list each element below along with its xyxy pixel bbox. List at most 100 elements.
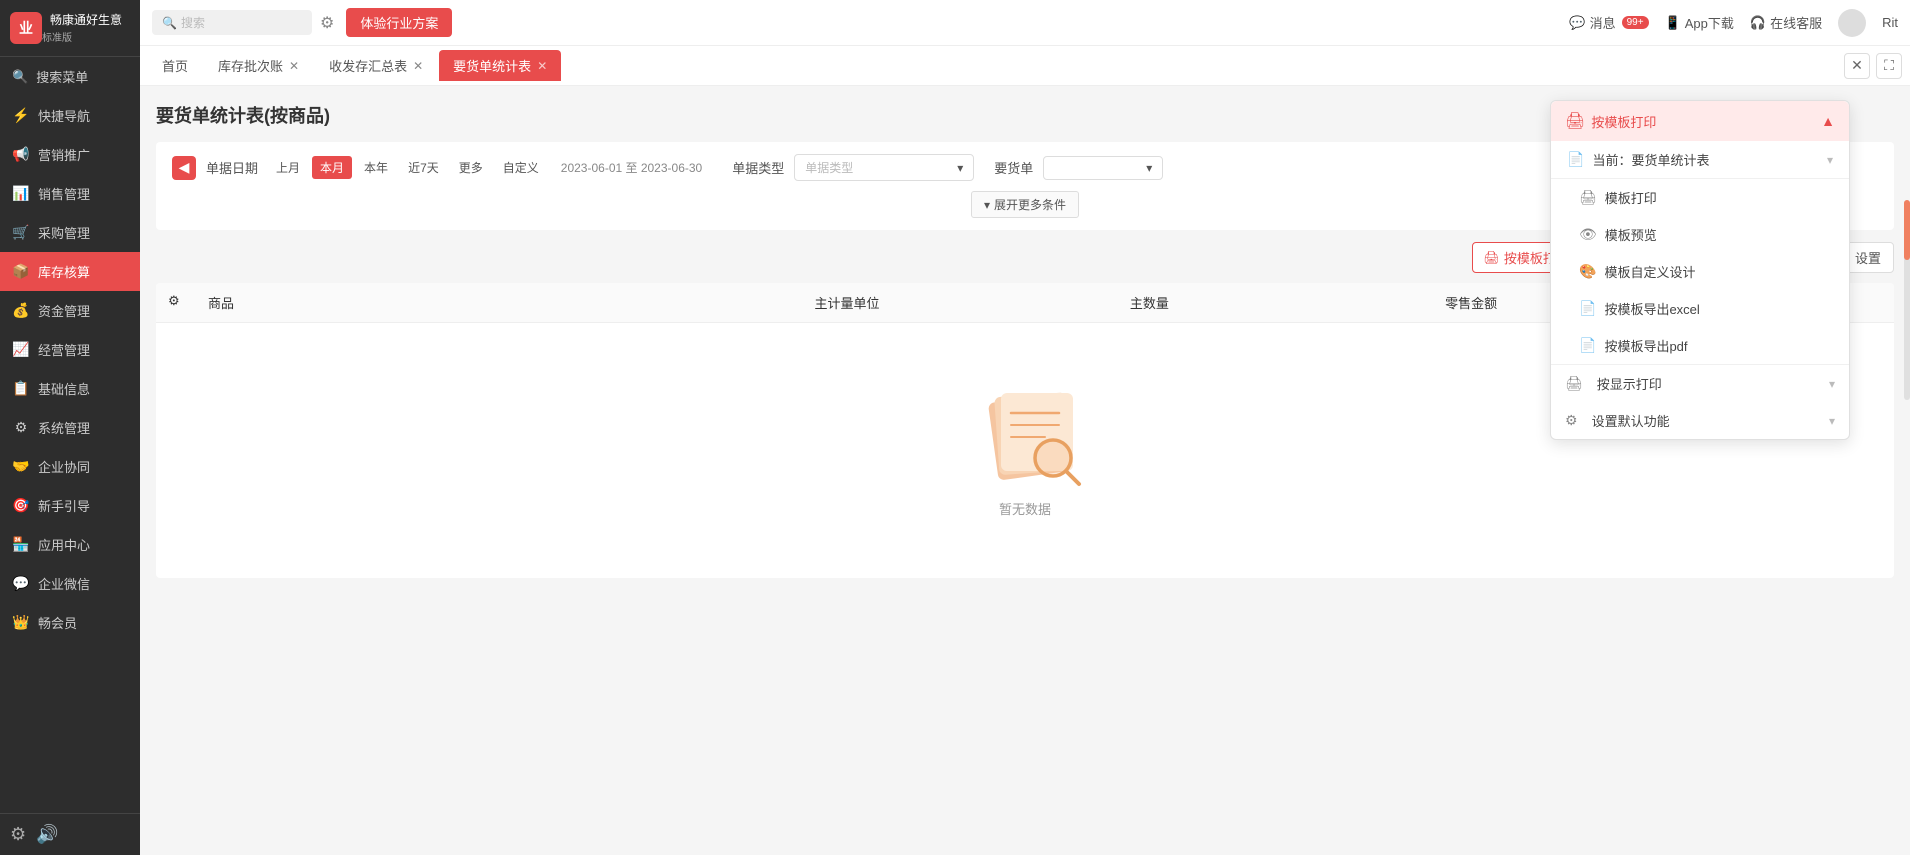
date-opt-prev-month[interactable]: 上月 [268, 156, 308, 179]
search-icon: 🔍 [12, 69, 28, 85]
sidebar-item-appstore[interactable]: 🏪 应用中心 [0, 525, 140, 564]
date-opt-custom[interactable]: 自定义 [495, 156, 547, 179]
topbar-gear-icon[interactable]: ⚙ [320, 13, 334, 33]
dropdown-item-export-pdf[interactable]: 📄 按模板导出pdf [1551, 327, 1849, 364]
sidebar-item-member[interactable]: 👑 畅会员 [0, 603, 140, 642]
scrollbar-thumb[interactable] [1904, 200, 1910, 260]
sidebar-item-wechat[interactable]: 💬 企业微信 [0, 564, 140, 603]
newbie-icon: 🎯 [12, 497, 30, 515]
dropdown-current-section: 📄 当前：要货单统计表 ▾ [1551, 141, 1849, 179]
dropdown-items-section: 🖨 模板打印 👁 模板预览 🎨 模板自定义设计 [1551, 179, 1849, 365]
date-options-group: 上月 本月 本年 近7天 更多 自定义 [268, 156, 547, 179]
dropdown-item-export-excel[interactable]: 📄 按模板导出excel [1551, 290, 1849, 327]
sidebar-logo: 业 畅康通好生意 标准版 [0, 0, 140, 57]
app-download-icon: 📱 [1665, 15, 1681, 31]
dropdown-header[interactable]: 🖨 按模板打印 ▲ [1551, 101, 1849, 141]
sidebar-item-purchase[interactable]: 🛒 采购管理 [0, 213, 140, 252]
type-filter-label: 单据类型 [732, 158, 784, 177]
sidebar-item-shortcut[interactable]: ⚡ 快捷导航 [0, 96, 140, 135]
wechat-icon: 💬 [12, 575, 30, 593]
sidebar-item-marketing[interactable]: 📢 营销推广 [0, 135, 140, 174]
app-download-btn[interactable]: 📱 App下载 [1665, 13, 1734, 32]
content-area: 要货单统计表(按商品) ◀ 单据日期 上月 本月 本年 近7天 更多 自定义 2… [140, 86, 1910, 855]
tabs-bar: 首页 库存批次账 ✕ 收发存汇总表 ✕ 要货单统计表 ✕ ✕ ⛶ [140, 46, 1910, 86]
template-design-icon: 🎨 [1579, 263, 1596, 280]
th-unit: 主计量单位 [803, 293, 1118, 312]
tab-close-receivable[interactable]: ✕ [413, 59, 423, 73]
sidebar-item-sales[interactable]: 📊 销售管理 [0, 174, 140, 213]
member-icon: 👑 [12, 614, 30, 632]
dropdown-header-arrow-icon: ▲ [1821, 113, 1835, 129]
dropdown-item-template-print[interactable]: 🖨 模板打印 [1551, 179, 1849, 216]
marketing-icon: 📢 [12, 146, 30, 164]
th-gear[interactable]: ⚙ [156, 293, 196, 312]
settings-bottom-icon[interactable]: ⚙ [10, 824, 26, 845]
tab-receivable[interactable]: 收发存汇总表 ✕ [315, 50, 437, 81]
system-icon: ⚙ [12, 419, 30, 437]
message-icon: 💬 [1569, 15, 1585, 31]
main-area: 🔍 搜索 ⚙ 体验行业方案 💬 消息 99+ 📱 App下载 🎧 在线客服 Ri… [140, 0, 1910, 855]
online-service-btn[interactable]: 🎧 在线客服 [1750, 13, 1822, 32]
enterprise-icon: 🤝 [12, 458, 30, 476]
sidebar-bottom: ⚙ 🔊 [0, 813, 140, 855]
message-btn[interactable]: 💬 消息 99+ [1569, 13, 1648, 32]
sidebar-item-enterprise[interactable]: 🤝 企业协同 [0, 447, 140, 486]
default-func-arrow-icon: ▾ [1829, 414, 1835, 428]
date-range-display: 2023-06-01 至 2023-06-30 [561, 159, 702, 176]
user-avatar[interactable] [1838, 9, 1866, 37]
filter-expand-button[interactable]: ◀ [172, 156, 196, 180]
type-filter-select[interactable]: 单据类型 ▾ [794, 154, 974, 181]
sidebar-item-system[interactable]: ⚙ 系统管理 [0, 408, 140, 447]
tab-inventory-batch[interactable]: 库存批次账 ✕ [204, 50, 313, 81]
sidebar-item-basic[interactable]: 📋 基础信息 [0, 369, 140, 408]
app-logo-icon: 业 [10, 12, 42, 44]
tab-order-stats[interactable]: 要货单统计表 ✕ [439, 50, 561, 81]
date-opt-this-month[interactable]: 本月 [312, 156, 352, 179]
finance-icon: 💰 [12, 302, 30, 320]
sidebar-item-finance[interactable]: 💰 资金管理 [0, 291, 140, 330]
username-label: Rit [1882, 15, 1898, 30]
dropdown-default-func[interactable]: ⚙ 设置默认功能 ▾ [1551, 402, 1849, 439]
sales-icon: 📊 [12, 185, 30, 203]
expand-more-button[interactable]: ▾ 展开更多条件 [971, 191, 1079, 218]
template-print-icon: 🖨 [1579, 189, 1597, 206]
print-dropdown: 🖨 按模板打印 ▲ 📄 当前：要货单统计表 ▾ [1550, 100, 1850, 440]
tab-maximize-btn[interactable]: ⛶ [1876, 53, 1902, 79]
printer-header-icon: 🖨 [1565, 111, 1585, 131]
inventory-icon: 📦 [12, 263, 30, 281]
sidebar-item-newbie[interactable]: 🎯 新手引导 [0, 486, 140, 525]
sidebar-search[interactable]: 🔍 搜索菜单 [0, 57, 140, 96]
sidebar-nav: ⚡ 快捷导航 📢 营销推广 📊 销售管理 🛒 采购管理 📦 库存核算 💰 资金管… [0, 96, 140, 813]
dropdown-header-left: 🖨 按模板打印 [1565, 111, 1656, 131]
tab-close-order-stats[interactable]: ✕ [537, 59, 547, 73]
type-filter-value: 单据类型 [805, 159, 853, 176]
audio-bottom-icon[interactable]: 🔊 [36, 824, 58, 845]
purchase-icon: 🛒 [12, 224, 30, 242]
topbar-search-icon: 🔍 [162, 16, 177, 30]
goods-filter-chevron: ▾ [1146, 161, 1152, 175]
tab-home[interactable]: 首页 [148, 50, 202, 81]
appstore-icon: 🏪 [12, 536, 30, 554]
sidebar-item-operations[interactable]: 📈 经营管理 [0, 330, 140, 369]
dropdown-item-template-preview[interactable]: 👁 模板预览 [1551, 216, 1849, 253]
date-filter-label: 单据日期 [206, 158, 258, 177]
tab-close-all-btn[interactable]: ✕ [1844, 53, 1870, 79]
right-scrollbar[interactable] [1904, 200, 1910, 400]
app-logo-text: 畅康通好生意 标准版 [42, 12, 122, 44]
current-template-item[interactable]: 📄 当前：要货单统计表 ▾ [1551, 141, 1849, 178]
date-opt-this-year[interactable]: 本年 [356, 156, 396, 179]
tab-close-inventory-batch[interactable]: ✕ [289, 59, 299, 73]
sidebar-item-inventory[interactable]: 📦 库存核算 [0, 252, 140, 291]
th-product: 商品 [196, 293, 803, 312]
topbar-search[interactable]: 🔍 搜索 [152, 10, 312, 35]
display-print-icon: 🖨 [1565, 375, 1583, 392]
trial-button[interactable]: 体验行业方案 [346, 8, 452, 37]
goods-filter-select[interactable]: ▾ [1043, 156, 1163, 180]
export-excel-icon: 📄 [1579, 300, 1596, 317]
date-opt-7days[interactable]: 近7天 [400, 156, 447, 179]
template-preview-icon: 👁 [1579, 226, 1597, 243]
date-opt-more[interactable]: 更多 [451, 156, 491, 179]
dropdown-item-template-design[interactable]: 🎨 模板自定义设计 [1551, 253, 1849, 290]
dropdown-display-print[interactable]: 🖨 按显示打印 ▾ [1551, 365, 1849, 402]
current-template-icon: 📄 [1567, 151, 1584, 168]
